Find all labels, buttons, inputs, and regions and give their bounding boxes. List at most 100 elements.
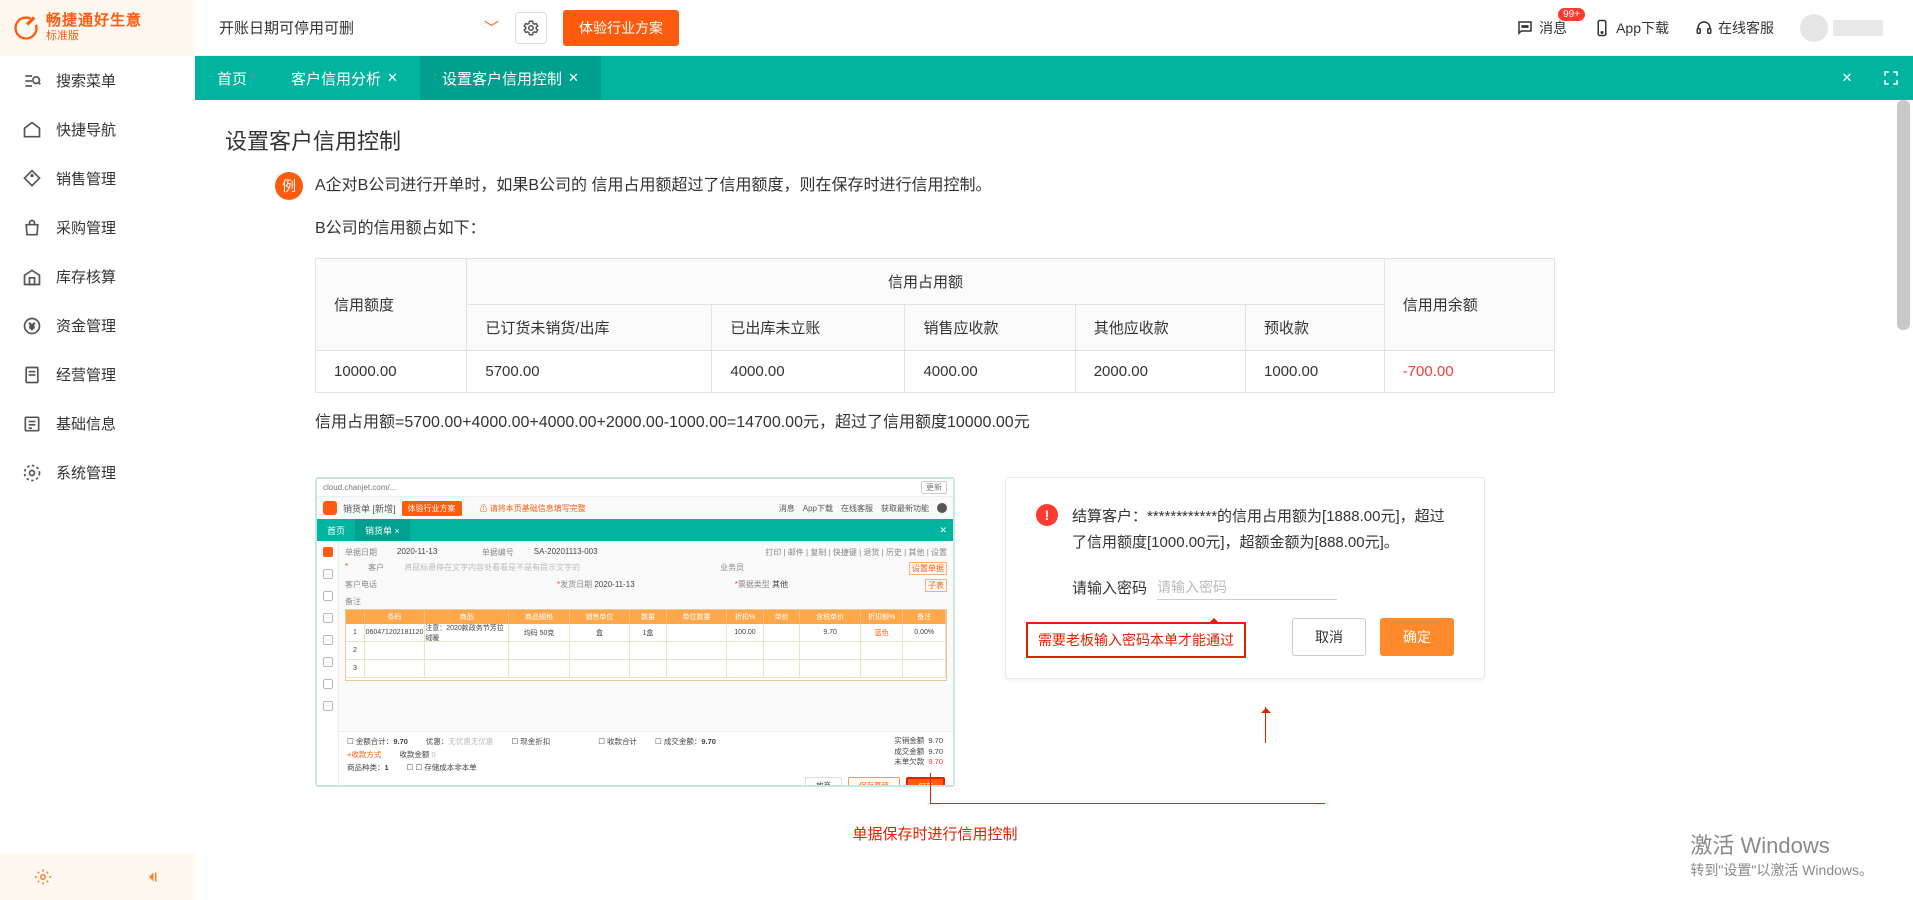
connector-line xyxy=(930,803,1325,804)
td: 1000.00 xyxy=(1246,350,1385,392)
dialog-message: 结算客户：************的信用占用额为[1888.00元]，超过了信用… xyxy=(1072,504,1454,555)
sidebar-item-finance[interactable]: ¥ 资金管理 xyxy=(0,301,195,350)
settings-gear-button[interactable] xyxy=(515,12,547,44)
mini-discard-btn: 放弃 xyxy=(805,777,842,787)
mini-warn: ⚠ 请将本页基础信息填写完整 xyxy=(480,503,586,514)
avatar xyxy=(1800,14,1828,42)
sidebar-item-shortcut[interactable]: 快捷导航 xyxy=(0,105,195,154)
mini-save-btn: 保存 xyxy=(906,777,945,787)
user-menu[interactable] xyxy=(1800,14,1883,42)
credit-table: 信用额度 信用占用额 信用用余额 已订货未销货/出库 已出库未立账 销售应收款 … xyxy=(315,258,1555,393)
sidebar-label: 系统管理 xyxy=(56,462,116,483)
mini-industry-btn: 体验行业方案 xyxy=(402,501,462,516)
tab-label: 设置客户信用控制 xyxy=(442,68,562,89)
windows-activation-watermark: 激活 Windows 转到"设置"以激活 Windows。 xyxy=(1690,828,1873,880)
illustration-screenshot: cloud.chanjet.com/...更新 销货单 [新增] 体验行业方案 … xyxy=(315,477,955,787)
sidebar-item-search[interactable]: 搜索菜单 xyxy=(0,56,195,105)
warehouse-icon xyxy=(22,267,42,287)
sidebar-item-basedata[interactable]: 基础信息 xyxy=(0,399,195,448)
gear-icon xyxy=(522,19,540,37)
sidebar-label: 快捷导航 xyxy=(56,119,116,140)
app-download-link[interactable]: App下载 xyxy=(1593,18,1669,38)
system-icon xyxy=(22,463,42,483)
example-badge: 例 xyxy=(275,172,303,200)
brand-logo-icon xyxy=(12,14,40,42)
close-all-tabs-button[interactable]: ✕ xyxy=(1825,70,1869,86)
td-negative: -700.00 xyxy=(1384,350,1554,392)
dialog-cancel-button[interactable]: 取消 xyxy=(1292,618,1366,656)
th-sub: 其他应收款 xyxy=(1075,304,1245,350)
industry-solution-button[interactable]: 体验行业方案 xyxy=(563,10,679,46)
sidebar-item-operation[interactable]: 经营管理 xyxy=(0,350,195,399)
tab-credit-analysis[interactable]: 客户信用分析 ✕ xyxy=(269,56,420,100)
th-sub: 预收款 xyxy=(1246,304,1385,350)
th-credit-limit: 信用额度 xyxy=(316,258,467,350)
mini-draft-btn: 保存草稿 xyxy=(848,777,900,787)
td: 10000.00 xyxy=(316,350,467,392)
dialog-ok-button[interactable]: 确定 xyxy=(1380,618,1454,656)
chevron-down-icon: ﹀ xyxy=(484,17,499,38)
fullscreen-button[interactable] xyxy=(1869,69,1913,87)
doc-icon xyxy=(22,365,42,385)
sidebar-item-purchase[interactable]: 采购管理 xyxy=(0,203,195,252)
sidebar-label: 资金管理 xyxy=(56,315,116,336)
warning-icon: ! xyxy=(1036,504,1058,526)
messages-badge: 99+ xyxy=(1558,8,1585,21)
watermark-line2: 转到"设置"以激活 Windows。 xyxy=(1690,860,1873,880)
headset-icon xyxy=(1695,19,1713,37)
mini-tab-doc: 销货单 × xyxy=(355,519,410,541)
money-icon: ¥ xyxy=(22,316,42,336)
gear-icon[interactable] xyxy=(34,868,52,886)
th-sub: 已订货未销货/出库 xyxy=(467,304,712,350)
app-download-label: App下载 xyxy=(1616,18,1669,38)
th-sub: 已出库未立账 xyxy=(712,304,905,350)
sidebar-item-inventory[interactable]: 库存核算 xyxy=(0,252,195,301)
sidebar-label: 搜索菜单 xyxy=(56,70,116,91)
mini-url: cloud.chanjet.com/... xyxy=(323,483,396,492)
account-period-label: 开账日期可停用可删 xyxy=(219,17,354,38)
tab-label: 首页 xyxy=(217,68,247,89)
sidebar-label: 库存核算 xyxy=(56,266,116,287)
mobile-icon xyxy=(1593,19,1611,37)
page-body: 设置客户信用控制 例 A企对B公司进行开单时，如果B公司的 信用占用额超过了信用… xyxy=(195,100,1913,900)
sidebar: 搜索菜单 快捷导航 销售管理 采购管理 库存核算 ¥ 资金管理 经营管理 基础信 xyxy=(0,56,195,900)
mini-refresh: 更新 xyxy=(921,481,947,494)
support-link[interactable]: 在线客服 xyxy=(1695,18,1774,38)
account-period-dropdown[interactable]: 开账日期可停用可删 ﹀ xyxy=(219,17,499,38)
th-credit-used: 信用占用额 xyxy=(467,258,1384,304)
th-sub: 销售应收款 xyxy=(905,304,1075,350)
sidebar-footer xyxy=(0,854,195,900)
sidebar-label: 销售管理 xyxy=(56,168,116,189)
sidebar-label: 经营管理 xyxy=(56,364,116,385)
scrollbar-thumb[interactable] xyxy=(1897,100,1910,330)
scrollbar[interactable] xyxy=(1893,100,1913,900)
sidebar-label: 采购管理 xyxy=(56,217,116,238)
user-name-placeholder xyxy=(1833,20,1883,36)
arrow-up-icon xyxy=(1261,703,1271,713)
mini-logo-icon xyxy=(323,501,337,515)
mini-title: 销货单 [新增] xyxy=(343,502,396,515)
close-icon[interactable]: ✕ xyxy=(387,70,398,86)
topbar: 畅捷通好生意 标准版 开账日期可停用可删 ﹀ 体验行业方案 消息 99+ App… xyxy=(0,0,1913,56)
tab-home[interactable]: 首页 xyxy=(195,56,269,100)
close-icon[interactable]: ✕ xyxy=(568,70,579,86)
watermark-line1: 激活 Windows xyxy=(1690,828,1873,860)
tab-label: 客户信用分析 xyxy=(291,68,381,89)
bag-icon xyxy=(22,218,42,238)
sidebar-item-sales[interactable]: 销售管理 xyxy=(0,154,195,203)
dialog-red-note: 需要老板输入密码本单才能通过 xyxy=(1026,622,1246,658)
sidebar-label: 基础信息 xyxy=(56,413,116,434)
connector-line xyxy=(930,773,931,803)
list-icon xyxy=(22,414,42,434)
td: 4000.00 xyxy=(905,350,1075,392)
td: 5700.00 xyxy=(467,350,712,392)
sidebar-item-system[interactable]: 系统管理 xyxy=(0,448,195,497)
tab-credit-control[interactable]: 设置客户信用控制 ✕ xyxy=(420,56,601,100)
td: 4000.00 xyxy=(712,350,905,392)
page-title: 设置客户信用控制 xyxy=(225,124,1883,156)
messages-link[interactable]: 消息 99+ xyxy=(1516,18,1567,38)
dialog-pwd-input[interactable] xyxy=(1157,575,1337,600)
calc-text: 信用占用额=5700.00+4000.00+4000.00+2000.00-10… xyxy=(315,409,1833,438)
mini-tab-home: 首页 xyxy=(317,519,355,541)
collapse-icon[interactable] xyxy=(143,868,161,886)
